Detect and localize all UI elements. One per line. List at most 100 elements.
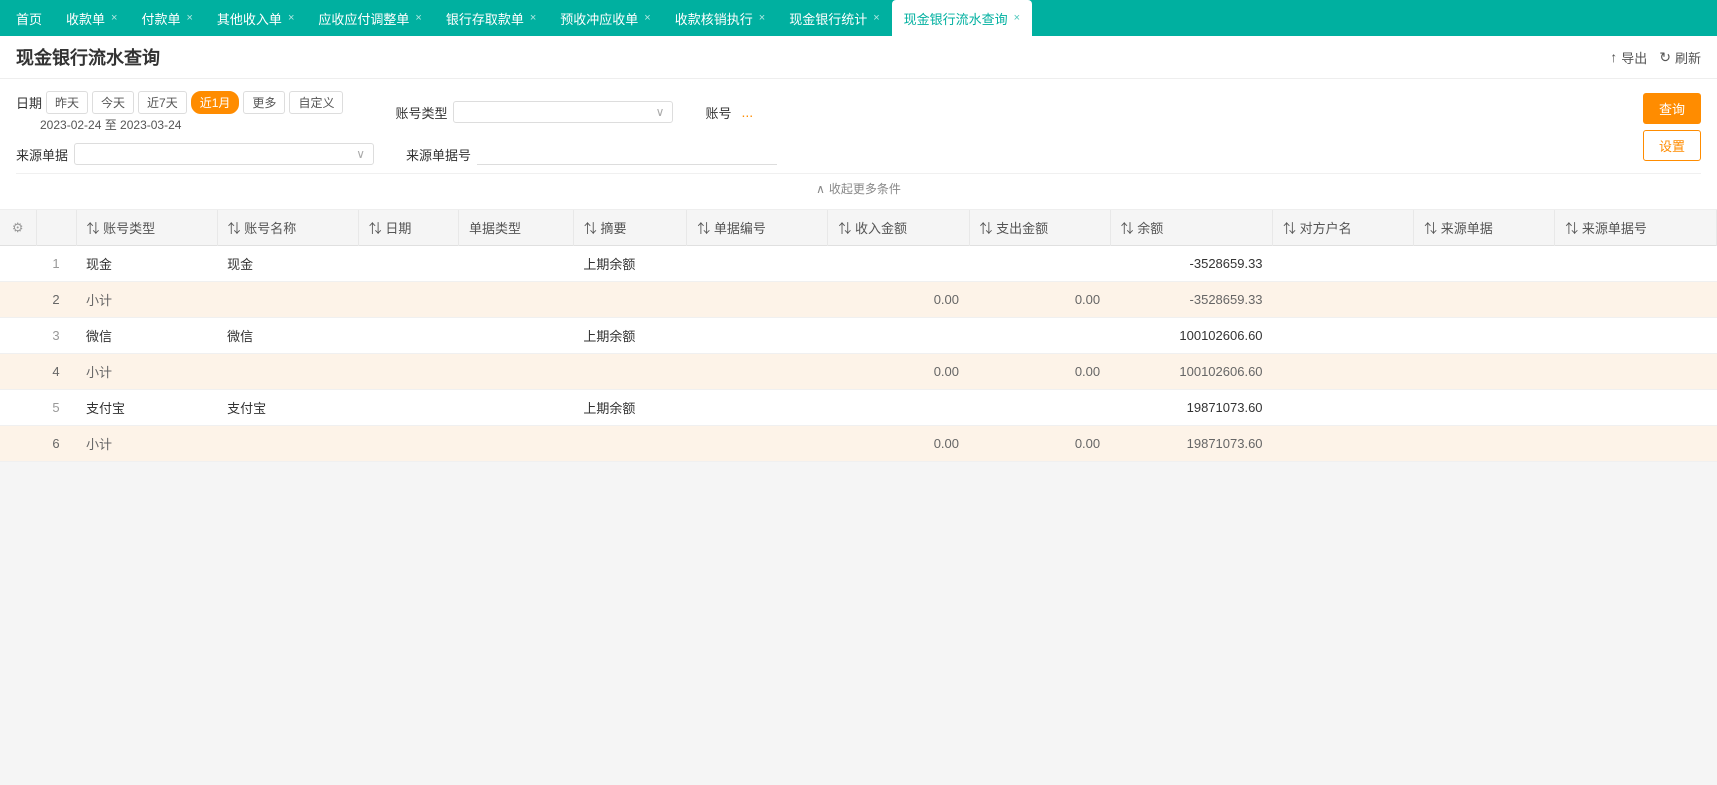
cell-source_doc (1414, 426, 1555, 462)
cell-date (358, 426, 458, 462)
table-row[interactable]: 4小计0.000.00100102606.60 (0, 354, 1717, 390)
cell-gear[interactable] (0, 318, 36, 354)
source-doc-no-label: 来源单据号 (406, 145, 471, 164)
cell-doc_type (458, 318, 573, 354)
page-header: 现金银行流水查询 ↑ 导出 ↻ 刷新 (0, 36, 1717, 79)
date-btn-custom[interactable]: 自定义 (289, 91, 343, 114)
cell-gear[interactable] (0, 282, 36, 318)
source-doc-select[interactable]: ∨ (74, 143, 374, 165)
col-account-type[interactable]: ⇅ 账号类型 (76, 210, 217, 246)
date-btn-yesterday[interactable]: 昨天 (46, 91, 88, 114)
cell-num: 4 (36, 354, 76, 390)
date-btn-1month[interactable]: 近1月 (191, 91, 240, 114)
cell-summary (573, 426, 686, 462)
refresh-button[interactable]: ↻ 刷新 (1659, 48, 1701, 67)
close-icon[interactable]: × (111, 12, 117, 24)
date-btn-today[interactable]: 今天 (92, 91, 134, 114)
close-icon[interactable]: × (288, 12, 294, 24)
cell-num: 3 (36, 318, 76, 354)
table-header-row: ⚙ ⇅ 账号类型 ⇅ 账号名称 ⇅ 日期 单据类型 ⇅ 摘要 ⇅ 单据编号 (0, 210, 1717, 246)
col-doc-no[interactable]: ⇅ 单据编号 (687, 210, 828, 246)
date-btn-more[interactable]: 更多 (243, 91, 285, 114)
cell-num: 1 (36, 246, 76, 282)
nav-item-receipt[interactable]: 收款单 × (54, 0, 129, 36)
cell-doc_no (687, 318, 828, 354)
nav-item-verify[interactable]: 收款核销执行 × (663, 0, 777, 36)
cell-expense (969, 318, 1110, 354)
col-source-doc[interactable]: ⇅ 来源单据 (1414, 210, 1555, 246)
cell-summary: 上期余额 (573, 390, 686, 426)
cell-expense: 0.00 (969, 282, 1110, 318)
table-row[interactable]: 6小计0.000.0019871073.60 (0, 426, 1717, 462)
col-summary[interactable]: ⇅ 摘要 (573, 210, 686, 246)
cell-income: 0.00 (828, 354, 969, 390)
cell-date (358, 354, 458, 390)
nav-item-payment[interactable]: 付款单 × (129, 0, 204, 36)
cell-num: 2 (36, 282, 76, 318)
cell-summary: 上期余额 (573, 246, 686, 282)
account-type-select[interactable]: ∨ (453, 101, 673, 123)
nav-item-bank-deposit[interactable]: 银行存取款单 × (434, 0, 548, 36)
table-row[interactable]: 3微信微信上期余额100102606.60 (0, 318, 1717, 354)
query-button[interactable]: 查询 (1643, 93, 1701, 124)
close-icon[interactable]: × (186, 12, 192, 24)
cell-counterpart (1273, 246, 1414, 282)
cell-expense: 0.00 (969, 426, 1110, 462)
close-icon[interactable]: × (415, 12, 421, 24)
cell-expense (969, 390, 1110, 426)
refresh-icon: ↻ (1659, 49, 1671, 66)
col-source-doc-no[interactable]: ⇅ 来源单据号 (1555, 210, 1717, 246)
cell-doc_type (458, 354, 573, 390)
collapse-conditions-button[interactable]: ∧ 收起更多条件 (816, 180, 901, 197)
table-row[interactable]: 5支付宝支付宝上期余额19871073.60 (0, 390, 1717, 426)
close-icon[interactable]: × (1014, 12, 1020, 24)
col-income[interactable]: ⇅ 收入金额 (828, 210, 969, 246)
table-row[interactable]: 2小计0.000.00-3528659.33 (0, 282, 1717, 318)
nav-item-adjustment[interactable]: 应收应付调整单 × (306, 0, 433, 36)
cell-expense: 0.00 (969, 354, 1110, 390)
nav-item-prepaid[interactable]: 预收冲应收单 × (548, 0, 662, 36)
account-more-button[interactable]: ... (737, 104, 757, 120)
header-actions: ↑ 导出 ↻ 刷新 (1610, 48, 1701, 67)
col-balance[interactable]: ⇅ 余额 (1110, 210, 1272, 246)
cell-gear[interactable] (0, 426, 36, 462)
cell-income: 0.00 (828, 282, 969, 318)
close-icon[interactable]: × (873, 12, 879, 24)
cell-balance: 19871073.60 (1110, 390, 1272, 426)
cell-source_doc (1414, 318, 1555, 354)
col-gear[interactable]: ⚙ (0, 210, 36, 246)
cell-doc_type (458, 390, 573, 426)
table-row[interactable]: 1现金现金上期余额-3528659.33 (0, 246, 1717, 282)
collapse-icon: ∧ (816, 182, 825, 196)
gear-icon[interactable]: ⚙ (12, 220, 24, 235)
nav-item-home[interactable]: 首页 (4, 0, 54, 36)
col-account-name[interactable]: ⇅ 账号名称 (217, 210, 358, 246)
cell-counterpart (1273, 354, 1414, 390)
nav-item-bank-flow[interactable]: 现金银行流水查询 × (892, 0, 1032, 36)
cell-account_name (217, 426, 358, 462)
source-doc-no-input[interactable] (477, 143, 777, 165)
table-body: 1现金现金上期余额-3528659.332小计0.000.00-3528659.… (0, 246, 1717, 462)
nav-item-other-income[interactable]: 其他收入单 × (205, 0, 306, 36)
col-date[interactable]: ⇅ 日期 (358, 210, 458, 246)
cell-source_doc_no (1555, 390, 1717, 426)
date-btn-7days[interactable]: 近7天 (138, 91, 187, 114)
cell-balance: 19871073.60 (1110, 426, 1272, 462)
cell-doc_type (458, 246, 573, 282)
date-range: 2023-02-24 至 2023-03-24 (40, 116, 181, 133)
top-nav: 首页 收款单 × 付款单 × 其他收入单 × 应收应付调整单 × 银行存取款单 … (0, 0, 1717, 36)
cell-gear[interactable] (0, 390, 36, 426)
cell-doc_no (687, 354, 828, 390)
cell-account_type: 微信 (76, 318, 217, 354)
nav-item-bank-stats[interactable]: 现金银行统计 × (777, 0, 891, 36)
export-button[interactable]: ↑ 导出 (1610, 48, 1647, 67)
settings-button[interactable]: 设置 (1643, 130, 1701, 161)
close-icon[interactable]: × (759, 12, 765, 24)
close-icon[interactable]: × (530, 12, 536, 24)
col-expense[interactable]: ⇅ 支出金额 (969, 210, 1110, 246)
cell-gear[interactable] (0, 246, 36, 282)
cell-account_name (217, 282, 358, 318)
col-counterpart[interactable]: ⇅ 对方户名 (1273, 210, 1414, 246)
cell-gear[interactable] (0, 354, 36, 390)
close-icon[interactable]: × (644, 12, 650, 24)
